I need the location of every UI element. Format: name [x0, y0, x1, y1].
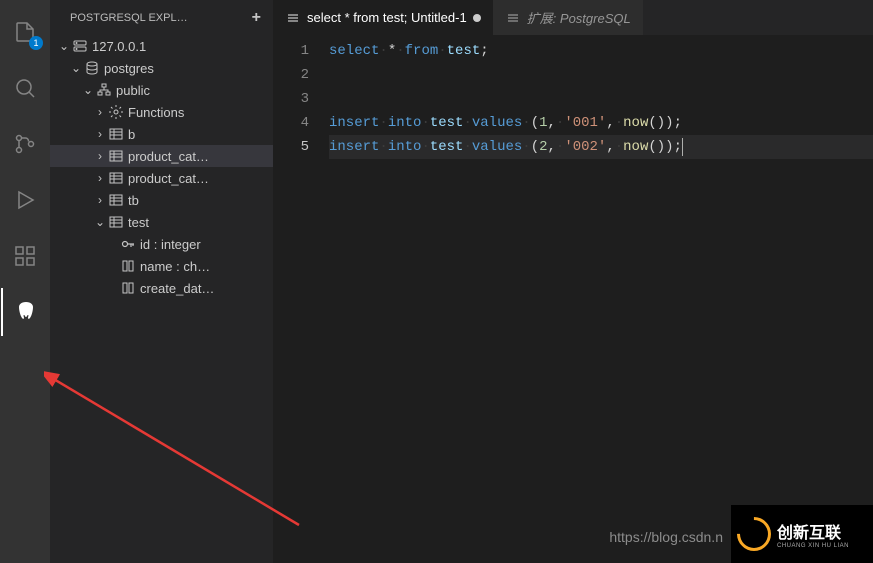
tab-active-query[interactable]: select * from test; Untitled-1 — [273, 0, 493, 35]
tree-table-test[interactable]: ⌄ test — [50, 211, 273, 233]
watermark-url: https://blog.csdn.n — [609, 529, 723, 545]
tree-label: tb — [128, 193, 139, 208]
brand-main-text: 创新互联 — [777, 519, 849, 543]
cursor — [682, 138, 683, 156]
tree-label: postgres — [104, 61, 154, 76]
main-editor-area: select * from test; Untitled-1 扩展: Postg… — [273, 0, 873, 563]
tree-table-b[interactable]: › b — [50, 123, 273, 145]
tab-bar: select * from test; Untitled-1 扩展: Postg… — [273, 0, 873, 35]
table-icon — [108, 192, 124, 208]
table-icon — [108, 126, 124, 142]
sql-file-icon — [285, 10, 301, 26]
chevron-down-icon: ⌄ — [56, 38, 72, 54]
chevron-down-icon: ⌄ — [80, 82, 96, 98]
sidebar: POSTGRESQL EXPL… + ⌄ 127.0.0.1 ⌄ postgre… — [50, 0, 273, 563]
activity-bar: 1 — [0, 0, 50, 563]
table-icon — [108, 148, 124, 164]
extensions-icon[interactable] — [1, 232, 49, 280]
tree-database[interactable]: ⌄ postgres — [50, 57, 273, 79]
explorer-badge: 1 — [29, 36, 43, 50]
tree-functions[interactable]: › Functions — [50, 101, 273, 123]
code-line — [329, 63, 873, 87]
tree-table-tb[interactable]: › tb — [50, 189, 273, 211]
tab-label: 扩展: PostgreSQL — [527, 8, 631, 27]
code-area[interactable]: select·*·from·test; insert·into·test·val… — [329, 39, 873, 563]
sidebar-header: POSTGRESQL EXPL… + — [50, 0, 273, 35]
chevron-right-icon: › — [92, 104, 108, 120]
table-icon — [108, 214, 124, 230]
functions-icon — [108, 104, 124, 120]
chevron-right-icon: › — [92, 192, 108, 208]
chevron-right-icon: › — [92, 170, 108, 186]
tree-column-create-date[interactable]: create_dat… — [50, 277, 273, 299]
tree-label: product_cat… — [128, 149, 209, 164]
tab-label: select * from test; Untitled-1 — [307, 10, 467, 25]
tree-label: product_cat… — [128, 171, 209, 186]
line-number: 5 — [273, 135, 309, 159]
sql-file-icon — [505, 10, 521, 26]
key-icon — [120, 236, 136, 252]
tree: ⌄ 127.0.0.1 ⌄ postgres ⌄ public › Functi… — [50, 35, 273, 563]
sidebar-title: POSTGRESQL EXPL… — [70, 12, 188, 24]
tree-label: test — [128, 215, 149, 230]
chevron-right-icon: › — [92, 126, 108, 142]
search-icon[interactable] — [1, 64, 49, 112]
tree-column-name[interactable]: name : ch… — [50, 255, 273, 277]
schema-icon — [96, 82, 112, 98]
line-number: 4 — [273, 111, 309, 135]
code-line: select·*·from·test; — [329, 39, 873, 63]
run-debug-icon[interactable] — [1, 176, 49, 224]
tree-label: create_dat… — [140, 281, 214, 296]
editor[interactable]: 1 2 3 4 5 select·*·from·test; insert·int… — [273, 35, 873, 563]
source-control-icon[interactable] — [1, 120, 49, 168]
tree-table-product-cat-2[interactable]: › product_cat… — [50, 167, 273, 189]
tree-column-id[interactable]: id : integer — [50, 233, 273, 255]
tree-label: public — [116, 83, 150, 98]
add-connection-icon[interactable]: + — [252, 9, 261, 27]
line-number: 2 — [273, 63, 309, 87]
chevron-right-icon: › — [92, 148, 108, 164]
brand-sub-text: CHUANG XIN HU LIAN — [777, 543, 849, 549]
postgresql-extension-icon[interactable] — [1, 288, 49, 336]
column-icon — [120, 258, 136, 274]
line-number: 3 — [273, 87, 309, 111]
tree-label: id : integer — [140, 237, 201, 252]
server-icon — [72, 38, 88, 54]
tree-server[interactable]: ⌄ 127.0.0.1 — [50, 35, 273, 57]
database-icon — [84, 60, 100, 76]
line-number-gutter: 1 2 3 4 5 — [273, 39, 329, 563]
tree-schema[interactable]: ⌄ public — [50, 79, 273, 101]
chevron-down-icon: ⌄ — [68, 60, 84, 76]
table-icon — [108, 170, 124, 186]
line-number: 1 — [273, 39, 309, 63]
chevron-down-icon: ⌄ — [92, 214, 108, 230]
tree-label: Functions — [128, 105, 184, 120]
tree-label: name : ch… — [140, 259, 210, 274]
code-line: insert·into·test·values·(2,·'002',·now()… — [329, 135, 873, 159]
explorer-icon[interactable]: 1 — [1, 8, 49, 56]
tree-label: 127.0.0.1 — [92, 39, 146, 54]
brand-ring-icon — [730, 510, 778, 558]
code-line: insert·into·test·values·(1,·'001',·now()… — [329, 111, 873, 135]
tree-label: b — [128, 127, 135, 142]
tree-table-product-cat-1[interactable]: › product_cat… — [50, 145, 273, 167]
code-line — [329, 87, 873, 111]
brand-logo: 创新互联 CHUANG XIN HU LIAN — [731, 505, 873, 563]
column-icon — [120, 280, 136, 296]
tab-postgresql-extension[interactable]: 扩展: PostgreSQL — [493, 0, 643, 35]
dirty-indicator-icon — [473, 14, 481, 22]
